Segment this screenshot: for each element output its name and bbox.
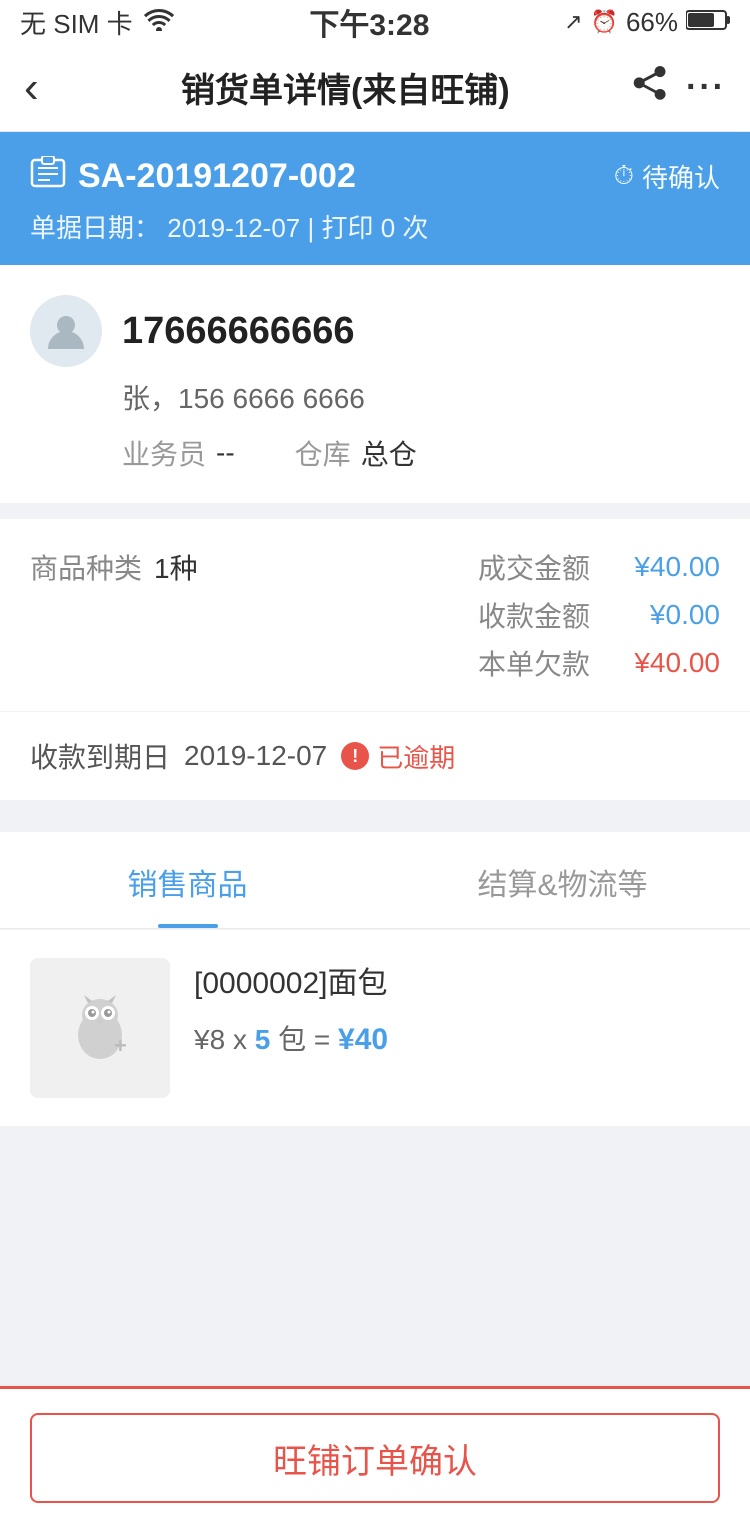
collection-row: 收款金额 ¥0.00 bbox=[478, 595, 720, 635]
status-clock-icon: ⏱ bbox=[614, 160, 634, 192]
salesman-label: 业务员 bbox=[122, 433, 206, 473]
nav-bar: ‹ 销货单详情(来自旺铺) ··· bbox=[0, 44, 750, 132]
product-unit-price: ¥8 bbox=[194, 1024, 225, 1055]
print-unit: 次 bbox=[402, 213, 428, 243]
svg-text:+: + bbox=[114, 1033, 127, 1058]
order-date: 2019-12-07 bbox=[167, 213, 300, 243]
product-type-count: 1种 bbox=[154, 547, 198, 587]
collection-value: ¥0.00 bbox=[610, 599, 720, 631]
due-date-value: 2019-12-07 bbox=[184, 740, 327, 772]
transaction-value: ¥40.00 bbox=[610, 551, 720, 583]
overdue-dot-icon: ! bbox=[341, 742, 369, 770]
order-banner-top: SA-20191207-002 ⏱ 待确认 bbox=[30, 156, 720, 196]
summary-section: 商品种类 1种 成交金额 ¥40.00 收款金额 ¥0.00 本单欠款 ¥40.… bbox=[0, 519, 750, 711]
transaction-label: 成交金额 bbox=[478, 547, 590, 587]
customer-top: 17666666666 bbox=[30, 295, 720, 367]
overdue-badge: ! 已逾期 bbox=[341, 738, 455, 775]
warehouse-label: 仓库 bbox=[295, 433, 351, 473]
customer-name: 张，156 6666 6666 bbox=[122, 377, 720, 417]
summary-row: 商品种类 1种 成交金额 ¥40.00 收款金额 ¥0.00 本单欠款 ¥40.… bbox=[30, 547, 720, 683]
battery-text: 66% bbox=[626, 7, 678, 38]
status-time: 下午3:28 bbox=[309, 0, 429, 44]
summary-right: 成交金额 ¥40.00 收款金额 ¥0.00 本单欠款 ¥40.00 bbox=[478, 547, 720, 683]
warehouse-value: 总仓 bbox=[361, 433, 417, 473]
date-label: 单据日期： bbox=[30, 213, 160, 243]
product-info: [0000002]面包 ¥8 x 5 包 = ¥40 bbox=[194, 958, 720, 1058]
back-button[interactable]: ‹ bbox=[24, 63, 59, 113]
order-date-row: 单据日期： 2019-12-07 | 打印 0 次 bbox=[30, 208, 720, 245]
order-icon bbox=[30, 156, 66, 196]
due-date-label: 收款到期日 bbox=[30, 736, 170, 776]
page-title: 销货单详情(来自旺铺) bbox=[59, 63, 632, 112]
print-separator: | 打印 bbox=[307, 213, 380, 243]
confirm-button-label: 旺铺订单确认 bbox=[273, 1434, 477, 1483]
product-quantity: 5 bbox=[255, 1024, 271, 1055]
owed-row: 本单欠款 ¥40.00 bbox=[478, 643, 720, 683]
status-text: 待确认 bbox=[642, 158, 720, 195]
customer-phone: 17666666666 bbox=[122, 310, 354, 353]
product-thumbnail: + bbox=[30, 958, 170, 1098]
nav-actions: ··· bbox=[632, 65, 726, 110]
summary-left: 商品种类 1种 bbox=[30, 547, 198, 587]
order-id-row: SA-20191207-002 bbox=[30, 156, 356, 196]
product-item: + [0000002]面包 ¥8 x 5 包 = ¥40 bbox=[0, 929, 750, 1126]
divider-1 bbox=[0, 503, 750, 519]
due-date-section: 收款到期日 2019-12-07 ! 已逾期 bbox=[0, 711, 750, 800]
confirm-order-button[interactable]: 旺铺订单确认 bbox=[30, 1413, 720, 1503]
product-total: ¥40 bbox=[338, 1023, 388, 1056]
product-price-row: ¥8 x 5 包 = ¥40 bbox=[194, 1018, 720, 1058]
share-button[interactable] bbox=[632, 65, 668, 110]
customer-section: 17666666666 张，156 6666 6666 业务员 -- 仓库 总仓 bbox=[0, 265, 750, 503]
tab-settlement-label: 结算&物流等 bbox=[477, 869, 647, 902]
tabs-section: 销售商品 结算&物流等 bbox=[0, 832, 750, 929]
confirm-btn-container: 旺铺订单确认 bbox=[0, 1386, 750, 1527]
more-button[interactable]: ··· bbox=[686, 68, 726, 107]
order-status: ⏱ 待确认 bbox=[614, 158, 720, 195]
product-type-label: 商品种类 bbox=[30, 547, 142, 587]
equals-sign: = bbox=[314, 1024, 338, 1055]
print-count: 0 bbox=[381, 213, 395, 243]
alarm-icon: ⏰ bbox=[591, 9, 618, 35]
transaction-row: 成交金额 ¥40.00 bbox=[478, 547, 720, 587]
battery-icon bbox=[686, 7, 730, 38]
carrier-text: 无 SIM 卡 bbox=[20, 4, 133, 41]
order-id: SA-20191207-002 bbox=[78, 157, 356, 196]
product-thumb-owl: + bbox=[60, 993, 140, 1063]
status-left: 无 SIM 卡 bbox=[20, 4, 175, 41]
tab-products-label: 销售商品 bbox=[128, 869, 248, 902]
avatar bbox=[30, 295, 102, 367]
overdue-text: 已逾期 bbox=[377, 738, 455, 775]
divider-2 bbox=[0, 800, 750, 816]
order-banner: SA-20191207-002 ⏱ 待确认 单据日期： 2019-12-07 |… bbox=[0, 132, 750, 265]
product-unit: 包 bbox=[278, 1024, 306, 1055]
bottom-spacer bbox=[0, 1126, 750, 1386]
salesman-item: 业务员 -- bbox=[122, 433, 235, 473]
status-right: ↗ ⏰ 66% bbox=[564, 7, 730, 38]
owed-label: 本单欠款 bbox=[478, 643, 590, 683]
product-name: [0000002]面包 bbox=[194, 958, 720, 1002]
status-bar: 无 SIM 卡 下午3:28 ↗ ⏰ 66% bbox=[0, 0, 750, 44]
wifi-icon bbox=[143, 7, 175, 38]
tab-settlement[interactable]: 结算&物流等 bbox=[375, 832, 750, 928]
salesman-value: -- bbox=[216, 437, 235, 469]
location-icon: ↗ bbox=[564, 9, 582, 35]
customer-meta: 业务员 -- 仓库 总仓 bbox=[122, 433, 720, 473]
collection-label: 收款金额 bbox=[478, 595, 590, 635]
price-separator: x bbox=[233, 1024, 255, 1055]
warehouse-item: 仓库 总仓 bbox=[295, 433, 417, 473]
owed-value: ¥40.00 bbox=[610, 647, 720, 679]
tab-products[interactable]: 销售商品 bbox=[0, 832, 375, 928]
